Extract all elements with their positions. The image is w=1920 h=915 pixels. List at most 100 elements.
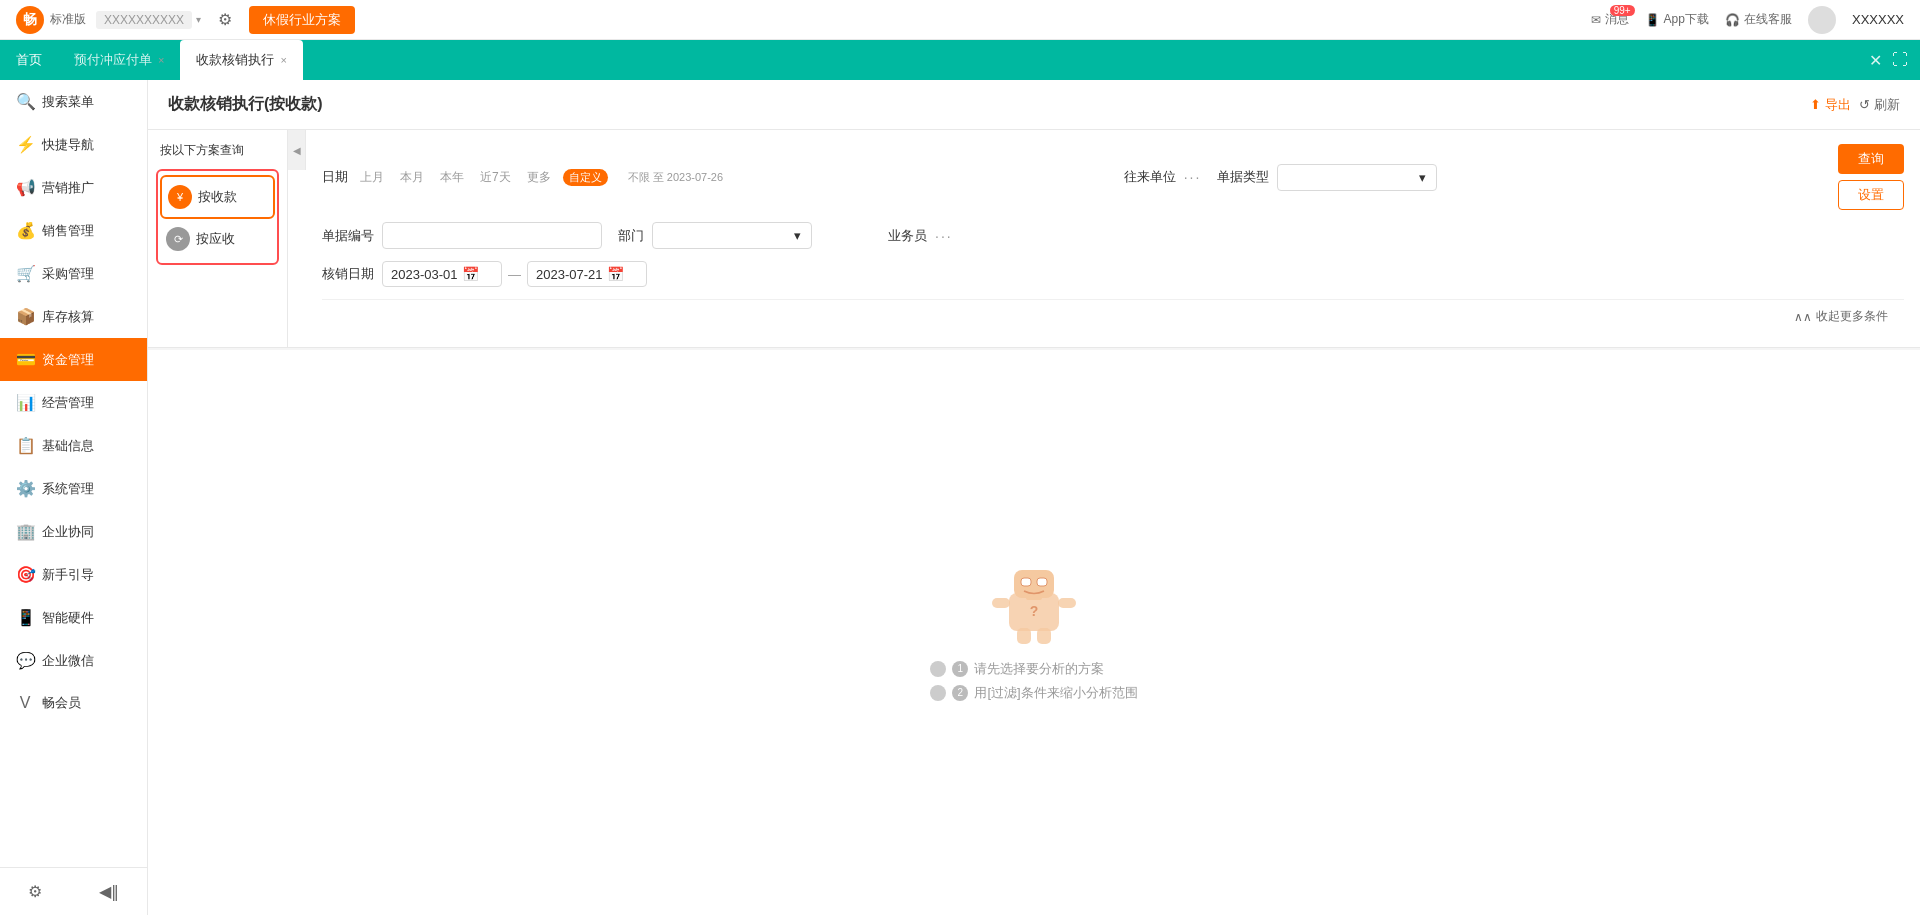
sidebar-item-basic-info[interactable]: 📋 基础信息 <box>0 424 147 467</box>
doc-no-input[interactable] <box>382 222 602 249</box>
chat-icon: 💬 <box>16 651 34 670</box>
date-7-days[interactable]: 近7天 <box>476 169 515 186</box>
sidebar-item-business[interactable]: 📊 经营管理 <box>0 381 147 424</box>
svg-text:?: ? <box>1030 603 1039 619</box>
logo-icon: 畅 <box>16 6 44 34</box>
date-this-year[interactable]: 本年 <box>436 169 468 186</box>
online-service-button[interactable]: 🎧 在线客服 <box>1725 11 1792 28</box>
chart-icon: 📊 <box>16 393 34 412</box>
sidebar-item-wechat[interactable]: 💬 企业微信 <box>0 639 147 682</box>
verify-date-to-input[interactable]: 2023-07-21 📅 <box>527 261 647 287</box>
calendar-from-icon[interactable]: 📅 <box>462 266 479 282</box>
partner-label: 往来单位 <box>1124 168 1176 186</box>
sidebar-settings-button[interactable]: ⚙ <box>22 876 48 907</box>
sidebar-label-hardware: 智能硬件 <box>42 609 94 627</box>
tab-collection[interactable]: 收款核销执行 × <box>180 40 302 80</box>
tab-expand-icon[interactable]: ⛶ <box>1892 51 1908 69</box>
tab-prepay[interactable]: 预付冲应付单 × <box>58 40 180 80</box>
main-layout: 🔍 搜索菜单 ⚡ 快捷导航 📢 营销推广 💰 销售管理 🛒 采购管理 📦 库存核… <box>0 80 1920 915</box>
filter-option-by-receivable[interactable]: ⟳ 按应收 <box>160 219 275 259</box>
export-label: 导出 <box>1825 96 1851 114</box>
query-button[interactable]: 查询 <box>1838 144 1904 174</box>
verify-date-filter-item: 核销日期 2023-03-01 📅 — 2023-07-21 📅 <box>322 261 647 287</box>
svg-rect-3 <box>1037 578 1047 586</box>
sidebar-label-search: 搜索菜单 <box>42 93 94 111</box>
dept-select[interactable]: ▾ <box>652 222 812 249</box>
filter-collapse-button[interactable]: ◀ <box>288 130 306 170</box>
sidebar-label-system: 系统管理 <box>42 480 94 498</box>
tab-collection-close[interactable]: × <box>280 54 286 66</box>
svg-rect-6 <box>1017 628 1031 644</box>
staff-dots-button[interactable]: ··· <box>935 228 953 244</box>
avatar[interactable] <box>1808 6 1836 34</box>
verify-date-from-input[interactable]: 2023-03-01 📅 <box>382 261 502 287</box>
tab-bar: 首页 预付冲应付单 × 收款核销执行 × ✕ ⛶ <box>0 40 1920 80</box>
date-last-month[interactable]: 上月 <box>356 169 388 186</box>
filter-row-2: 单据编号 部门 ▾ 业务员 ··· <box>322 222 1904 249</box>
hint1-text: 请先选择要分析的方案 <box>974 660 1104 678</box>
page-header: 收款核销执行(按收款) ⬆ 导出 ↺ 刷新 <box>148 80 1920 130</box>
filter-sidebar-title: 按以下方案查询 <box>156 142 279 159</box>
export-icon: ⬆ <box>1810 97 1821 112</box>
doc-type-filter-item: 单据类型 ▾ <box>1217 164 1437 191</box>
filter-options-box: ¥ 按收款 ⟳ 按应收 <box>156 169 279 265</box>
solution-button[interactable]: 休假行业方案 <box>249 6 355 34</box>
sidebar-collapse-button[interactable]: ◀‖ <box>93 876 125 907</box>
date-more[interactable]: 更多 <box>523 169 555 186</box>
calendar-to-icon[interactable]: 📅 <box>607 266 624 282</box>
collapse-more-label: 收起更多条件 <box>1816 308 1888 325</box>
service-label: 在线客服 <box>1744 11 1792 28</box>
page-title: 收款核销执行(按收款) <box>168 94 323 129</box>
tab-prepay-close[interactable]: × <box>158 54 164 66</box>
sidebar-item-system[interactable]: ⚙️ 系统管理 <box>0 467 147 510</box>
sidebar-item-sales[interactable]: 💰 销售管理 <box>0 209 147 252</box>
date-custom-badge[interactable]: 自定义 <box>563 169 608 186</box>
partner-dots-button[interactable]: ··· <box>1184 169 1202 185</box>
sidebar-item-finance[interactable]: 💳 资金管理 <box>0 338 147 381</box>
svg-rect-7 <box>1037 628 1051 644</box>
partner-filter-item: 往来单位 ··· <box>1124 168 1202 186</box>
sidebar-item-quick-nav[interactable]: ⚡ 快捷导航 <box>0 123 147 166</box>
doc-type-select[interactable]: ▾ <box>1277 164 1437 191</box>
page-header-actions: ⬆ 导出 ↺ 刷新 <box>1810 96 1900 128</box>
empty-illustration: ? <box>984 558 1084 648</box>
staff-label: 业务员 <box>888 227 927 245</box>
staff-filter-item: 业务员 ··· <box>888 227 953 245</box>
app-download-button[interactable]: 📱 App下载 <box>1645 11 1709 28</box>
sidebar-label-sales: 销售管理 <box>42 222 94 240</box>
sidebar-label-wechat: 企业微信 <box>42 652 94 670</box>
filter-form: 日期 上月 本月 本年 近7天 更多 自定义 不限 至 2023-07-26 往… <box>306 130 1920 347</box>
sidebar-item-inventory[interactable]: 📦 库存核算 <box>0 295 147 338</box>
settings-button[interactable]: 设置 <box>1838 180 1904 210</box>
filter-row-3: 核销日期 2023-03-01 📅 — 2023-07-21 📅 <box>322 261 1904 287</box>
sidebar-item-search[interactable]: 🔍 搜索菜单 <box>0 80 147 123</box>
refresh-icon: ↺ <box>1859 97 1870 112</box>
date-this-month[interactable]: 本月 <box>396 169 428 186</box>
tab-bar-actions: ✕ ⛶ <box>1869 51 1920 70</box>
dept-filter-item: 部门 ▾ <box>618 222 812 249</box>
tab-home[interactable]: 首页 <box>0 40 58 80</box>
sidebar-item-purchase[interactable]: 🛒 采购管理 <box>0 252 147 295</box>
message-button[interactable]: ✉ 消息 99+ <box>1591 11 1629 28</box>
refresh-button[interactable]: ↺ 刷新 <box>1859 96 1900 114</box>
sidebar-item-enterprise[interactable]: 🏢 企业协同 <box>0 510 147 553</box>
sidebar-item-vip[interactable]: V 畅会员 <box>0 682 147 724</box>
top-bar-left: 畅 标准版 XXXXXXXXXX ▾ ⚙ 休假行业方案 <box>16 6 355 34</box>
sidebar-item-hardware[interactable]: 📱 智能硬件 <box>0 596 147 639</box>
sidebar-item-guide[interactable]: 🎯 新手引导 <box>0 553 147 596</box>
sidebar: 🔍 搜索菜单 ⚡ 快捷导航 📢 营销推广 💰 销售管理 🛒 采购管理 📦 库存核… <box>0 80 148 915</box>
tab-home-label: 首页 <box>16 51 42 69</box>
export-button[interactable]: ⬆ 导出 <box>1810 96 1851 114</box>
date-no-limit-label: 不限 至 2023-07-26 <box>628 170 723 185</box>
tab-collection-label: 收款核销执行 <box>196 51 274 69</box>
doc-no-filter-item: 单据编号 <box>322 222 602 249</box>
filter-option-by-collection[interactable]: ¥ 按收款 <box>160 175 275 219</box>
dept-label: 部门 <box>618 227 644 245</box>
settings-icon[interactable]: ⚙ <box>211 6 239 34</box>
app-download-label: App下载 <box>1664 11 1709 28</box>
svg-rect-4 <box>992 598 1010 608</box>
sidebar-item-marketing[interactable]: 📢 营销推广 <box>0 166 147 209</box>
tab-close-all-icon[interactable]: ✕ <box>1869 51 1882 70</box>
headset-icon: 🎧 <box>1725 13 1740 27</box>
collapse-more-button[interactable]: ∧∧ 收起更多条件 <box>322 299 1904 333</box>
